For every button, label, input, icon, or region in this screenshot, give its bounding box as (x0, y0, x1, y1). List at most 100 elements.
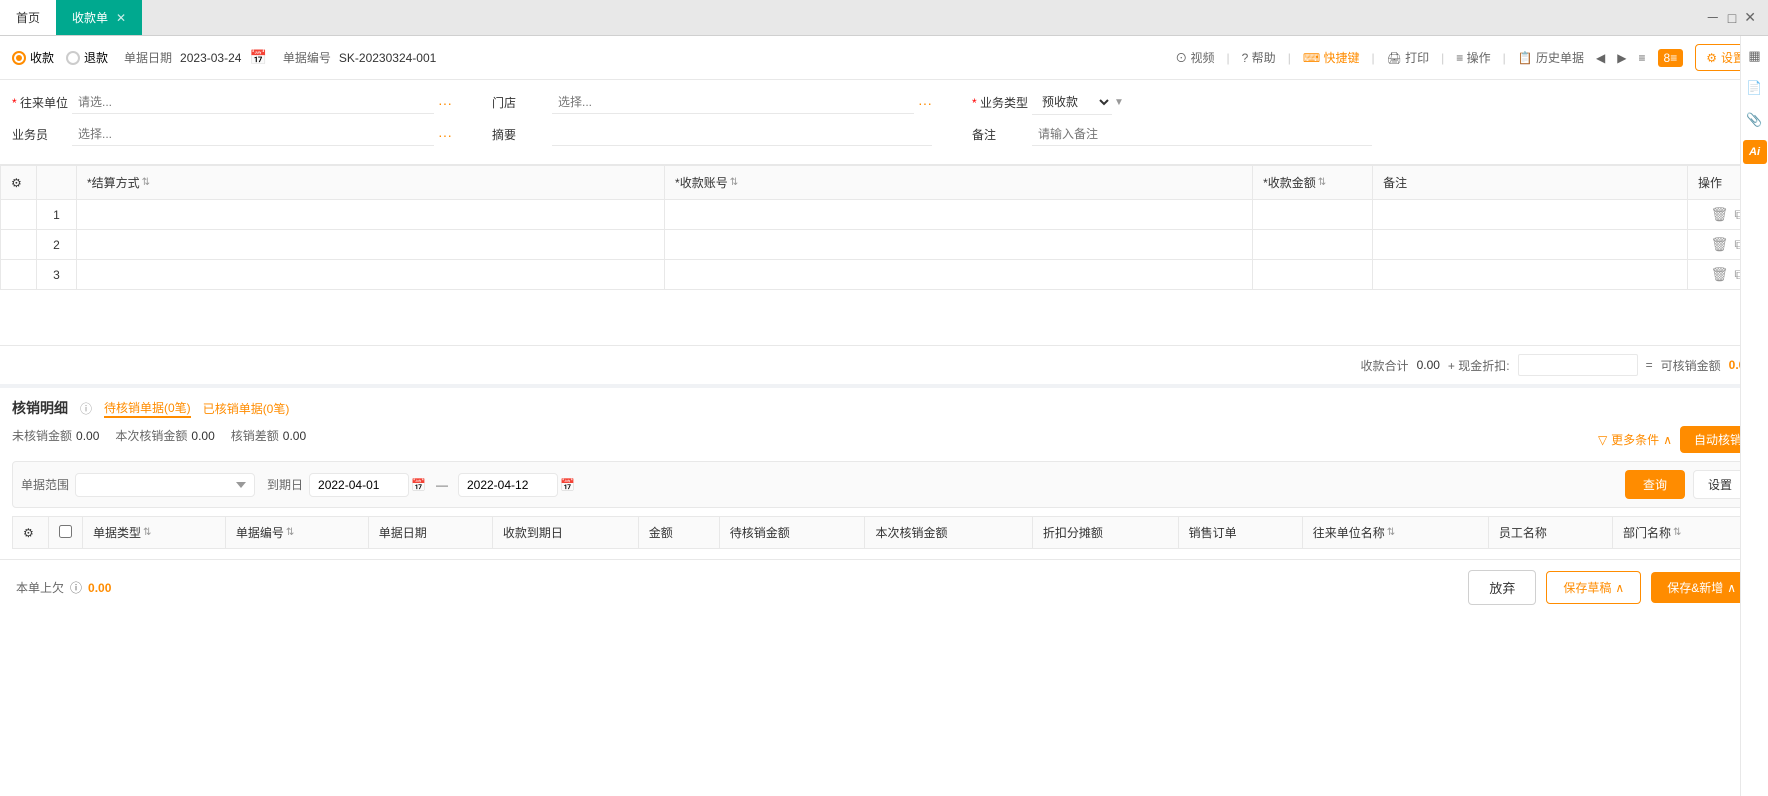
query-button[interactable]: 查询 (1625, 470, 1685, 499)
layout-icon[interactable]: ≡ (1639, 51, 1646, 65)
bottom-settings-button[interactable]: 设置 (1693, 470, 1747, 499)
row1-settlement[interactable] (77, 200, 665, 230)
store-input[interactable] (552, 91, 914, 114)
doctype-sort-icon[interactable]: ⇅ (143, 527, 151, 538)
shortcut-btn[interactable]: ⌨ 快捷键 (1303, 49, 1360, 66)
partner-more-icon[interactable]: ··· (438, 95, 452, 111)
receipt-radio[interactable]: 收款 (12, 49, 54, 66)
tab-close-icon[interactable]: ✕ (116, 11, 126, 25)
row3-remark[interactable] (1373, 260, 1688, 290)
print-btn[interactable]: 🖨 打印 (1387, 49, 1430, 66)
main-container: 收款 退款 单据日期 2023-03-24 📅 单据编号 SK-20230324… (0, 36, 1768, 796)
refund-radio[interactable]: 退款 (66, 49, 108, 66)
row1-num: 1 (37, 200, 77, 230)
refund-radio-label: 退款 (84, 49, 108, 66)
table-row: 3 🗑 ⧉ (1, 260, 1768, 290)
calendar-icon[interactable]: 📅 (249, 49, 266, 66)
date-end-input[interactable] (458, 473, 558, 497)
save-new-label: 保存&新增 (1667, 579, 1723, 596)
col-settings-header[interactable]: ⚙ (1, 166, 37, 200)
sidebar-clip-icon[interactable]: 📎 (1743, 108, 1767, 132)
filter-icon: ▽ (1598, 433, 1607, 447)
row2-num: 2 (37, 230, 77, 260)
summary-input[interactable] (552, 123, 932, 146)
business-type-select[interactable]: 预收款 (1032, 90, 1112, 115)
store-label: 门店 (492, 94, 552, 111)
row3-amount[interactable] (1253, 260, 1373, 290)
store-field: 门店 ··· (492, 91, 932, 114)
more-filter-btn[interactable]: ▽ 更多条件 ∧ (1598, 431, 1672, 448)
bt-col-salesorder: 销售订单 (1178, 517, 1302, 549)
employee-input[interactable] (72, 123, 434, 146)
window-restore-icon[interactable]: □ (1728, 10, 1736, 26)
bt-col-current: 本次核销金额 (865, 517, 1032, 549)
range-select[interactable] (75, 473, 255, 497)
row3-settlement[interactable] (77, 260, 665, 290)
grid-icon[interactable]: 8≡ (1658, 49, 1684, 67)
partner-input[interactable] (72, 91, 434, 114)
dept-sort-icon[interactable]: ⇅ (1673, 527, 1681, 538)
select-all-checkbox[interactable] (59, 525, 72, 538)
table-row: 1 🗑 ⧉ (1, 200, 1768, 230)
history-btn[interactable]: 📋 历史单据 (1518, 49, 1584, 66)
row1-remark[interactable] (1373, 200, 1688, 230)
business-type-field: 业务类型 预收款 ▼ (972, 90, 1352, 115)
amount-sort-icon[interactable]: ⇅ (1318, 177, 1326, 188)
nav-next-icon[interactable]: ▶ (1617, 51, 1626, 65)
stat-current-label: 本次核销金额 (115, 427, 187, 444)
save-draft-chevron-icon: ∧ (1615, 581, 1624, 595)
more-filter-label: 更多条件 (1611, 431, 1659, 448)
video-btn[interactable]: ⊙ 视频 (1175, 49, 1214, 66)
date-end-calendar-icon[interactable]: 📅 (560, 478, 575, 492)
store-more-icon[interactable]: ··· (918, 95, 932, 111)
right-sidebar: ▦ 📄 📎 Ai (1740, 36, 1768, 796)
bt-col-dept: 部门名称⇅ (1612, 517, 1755, 549)
row2-settlement[interactable] (77, 230, 665, 260)
footer-info-label: 本单上欠 (16, 579, 64, 596)
footer-info: 本单上欠 ⓘ 0.00 (16, 579, 111, 596)
writeoff-info-icon[interactable]: ⓘ (80, 400, 92, 417)
row2-delete-icon[interactable]: 🗑 (1711, 236, 1729, 253)
row2-amount[interactable] (1253, 230, 1373, 260)
save-draft-button[interactable]: 保存草稿 ∧ (1546, 571, 1641, 604)
row1-account[interactable] (665, 200, 1253, 230)
row3-account[interactable] (665, 260, 1253, 290)
docno-sort-icon[interactable]: ⇅ (286, 527, 294, 538)
abandon-button[interactable]: 放弃 (1468, 570, 1536, 605)
date-start-input[interactable] (309, 473, 409, 497)
sidebar-table-icon[interactable]: ▦ (1743, 44, 1767, 68)
nav-prev-icon[interactable]: ◀ (1596, 51, 1605, 65)
partner-sort-icon[interactable]: ⇅ (1387, 527, 1395, 538)
row2-account[interactable] (665, 230, 1253, 260)
sidebar-doc-icon[interactable]: 📄 (1743, 76, 1767, 100)
remark-input[interactable] (1032, 123, 1372, 146)
tab-receipt[interactable]: 收款单 ✕ (56, 0, 142, 35)
col-amount-header: *收款金额⇅ (1253, 166, 1373, 200)
operation-btn[interactable]: ≡ 操作 (1456, 49, 1490, 66)
row1-amount[interactable] (1253, 200, 1373, 230)
done-tab[interactable]: 已核销单据(0笔) (203, 400, 290, 417)
save-new-button[interactable]: 保存&新增 ∧ (1651, 572, 1752, 603)
doc-date-value: 2023-03-24 (180, 51, 241, 65)
date-start-calendar-icon[interactable]: 📅 (411, 478, 426, 492)
discount-input[interactable] (1518, 354, 1638, 376)
settlement-sort-icon[interactable]: ⇅ (142, 177, 150, 188)
save-draft-label: 保存草稿 (1563, 579, 1611, 596)
employee-more-icon[interactable]: ··· (438, 127, 452, 143)
bt-col-check[interactable] (49, 517, 83, 549)
window-minimize-icon[interactable]: － (1706, 8, 1720, 28)
row2-remark[interactable] (1373, 230, 1688, 260)
row2-settings (1, 230, 37, 260)
tab-home[interactable]: 首页 (0, 0, 56, 35)
pending-tab[interactable]: 待核销单据(0笔) (104, 399, 191, 418)
refund-radio-dot (66, 51, 80, 65)
sidebar-ai-icon[interactable]: Ai (1743, 140, 1767, 164)
filter-right: ▽ 更多条件 ∧ 自动核销 (1598, 426, 1756, 453)
window-close-icon[interactable]: ✕ (1744, 9, 1756, 26)
row3-delete-icon[interactable]: 🗑 (1711, 266, 1729, 283)
row1-delete-icon[interactable]: 🗑 (1711, 206, 1729, 223)
stat-diff: 核销差额 0.00 (231, 427, 306, 444)
help-btn[interactable]: ? 帮助 (1242, 49, 1276, 66)
account-sort-icon[interactable]: ⇅ (730, 177, 738, 188)
bt-col-settings[interactable]: ⚙ (13, 517, 49, 549)
